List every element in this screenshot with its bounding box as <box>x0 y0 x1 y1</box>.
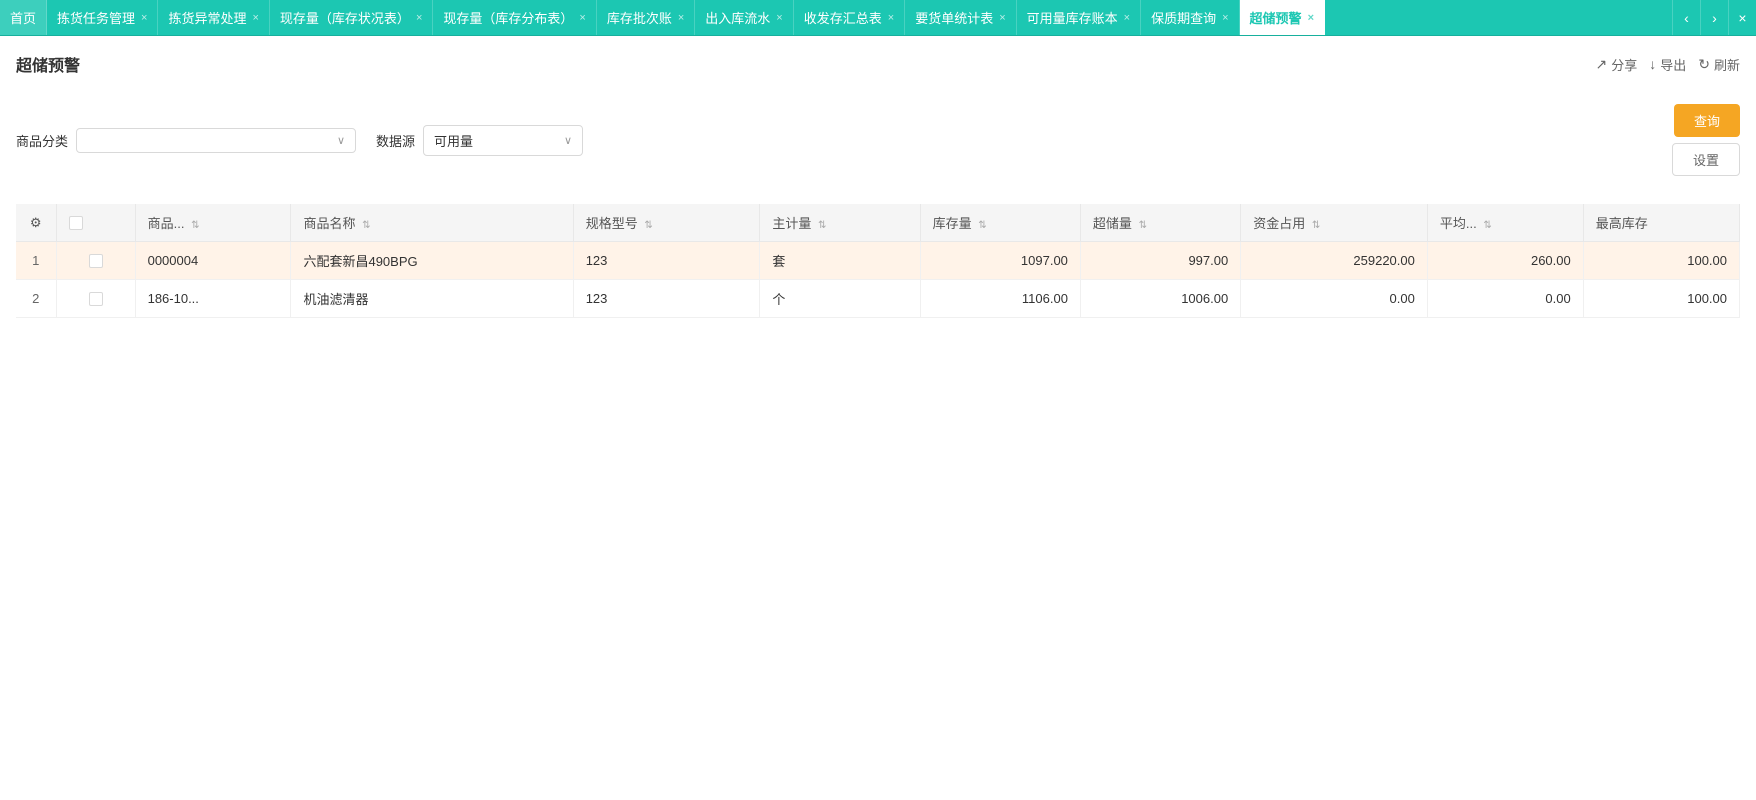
data-table: ⚙ 商品... ⇅ 商品名称 ⇅ 规格型号 ⇅ 主计量 <box>16 204 1740 318</box>
sort-product-name-icon: ⇅ <box>362 220 370 231</box>
row-num: 1 <box>16 242 56 280</box>
category-filter: 商品分类 ∨ <box>16 128 356 153</box>
sort-unit-icon: ⇅ <box>818 220 826 231</box>
refresh-icon: ↻ <box>1698 56 1710 73</box>
refresh-button[interactable]: ↻ 刷新 <box>1698 55 1740 74</box>
page-container: 超储预警 ↗ 分享 ↓ 导出 ↻ 刷新 商品分类 ∨ 数据源 <box>0 36 1756 800</box>
page-title: 超储预警 <box>16 52 80 76</box>
filter-buttons: 查询 设置 <box>1672 104 1740 176</box>
close-tab-overstock[interactable]: × <box>1308 12 1314 24</box>
datasource-label: 数据源 <box>376 131 415 150</box>
nav-tab-demand[interactable]: 要货单统计表 × <box>905 0 1016 35</box>
sort-avg-icon: ⇅ <box>1483 220 1491 231</box>
cell-stock: 1106.00 <box>920 280 1080 318</box>
cell-product-name: 机油滤清器 <box>291 280 573 318</box>
cell-spec: 123 <box>573 242 760 280</box>
column-header-product-code[interactable]: 商品... ⇅ <box>135 204 291 242</box>
export-icon: ↓ <box>1649 56 1656 72</box>
cell-stock: 1097.00 <box>920 242 1080 280</box>
sort-spec-icon: ⇅ <box>644 220 652 231</box>
row-checkbox[interactable] <box>56 280 135 318</box>
nav-arrow-right[interactable]: › <box>1700 0 1728 35</box>
settings-button[interactable]: 设置 <box>1672 143 1740 176</box>
datasource-filter: 数据源 可用量 ∨ <box>376 125 583 156</box>
column-header-product-name[interactable]: 商品名称 ⇅ <box>291 204 573 242</box>
cell-product-name: 六配套新昌490BPG <box>291 242 573 280</box>
datasource-select[interactable]: 可用量 ∨ <box>423 125 583 156</box>
datasource-select-arrow-icon: ∨ <box>564 134 572 147</box>
close-tab-picking-exception[interactable]: × <box>252 12 258 24</box>
category-select-arrow-icon: ∨ <box>337 134 345 147</box>
nav-tab-overstock[interactable]: 超储预警 × <box>1240 0 1325 35</box>
query-button[interactable]: 查询 <box>1674 104 1740 137</box>
column-header-spec[interactable]: 规格型号 ⇅ <box>573 204 760 242</box>
select-all-checkbox[interactable] <box>69 216 83 230</box>
nav-tab-quality[interactable]: 保质期查询 × <box>1141 0 1239 35</box>
nav-tab-picking-exception[interactable]: 拣货异常处理 × <box>158 0 269 35</box>
nav-arrow-more[interactable]: × <box>1728 0 1756 35</box>
column-header-avg[interactable]: 平均... ⇅ <box>1427 204 1583 242</box>
column-header-max-stock[interactable]: 最高库存 <box>1583 204 1739 242</box>
column-header-capital[interactable]: 资金占用 ⇅ <box>1241 204 1428 242</box>
cell-capital: 259220.00 <box>1241 242 1428 280</box>
row-num: 2 <box>16 280 56 318</box>
close-tab-batch[interactable]: × <box>678 12 684 24</box>
nav-tab-stock-dist[interactable]: 现存量（库存分布表） × <box>433 0 596 35</box>
page-header: 超储预警 ↗ 分享 ↓ 导出 ↻ 刷新 <box>16 52 1740 76</box>
filter-bar: 商品分类 ∨ 数据源 可用量 ∨ 查询 设置 <box>16 92 1740 188</box>
cell-unit: 个 <box>760 280 920 318</box>
nav-tab-available[interactable]: 可用量库存账本 × <box>1017 0 1141 35</box>
nav-tab-home[interactable]: 首页 <box>0 0 47 35</box>
close-tab-stock-dist[interactable]: × <box>579 12 585 24</box>
top-navigation: 首页 拣货任务管理 × 拣货异常处理 × 现存量（库存状况表） × 现存量（库存… <box>0 0 1756 36</box>
cell-avg: 260.00 <box>1427 242 1583 280</box>
share-icon: ↗ <box>1595 56 1607 73</box>
close-tab-demand[interactable]: × <box>999 12 1005 24</box>
export-button[interactable]: ↓ 导出 <box>1649 55 1686 74</box>
table-row: 1 0000004 六配套新昌490BPG 123 套 1097.00 997.… <box>16 242 1740 280</box>
row-select-checkbox[interactable] <box>89 292 103 306</box>
close-tab-picking-task[interactable]: × <box>141 12 147 24</box>
close-tab-available[interactable]: × <box>1124 12 1130 24</box>
table-header-row: ⚙ 商品... ⇅ 商品名称 ⇅ 规格型号 ⇅ 主计量 <box>16 204 1740 242</box>
share-button[interactable]: ↗ 分享 <box>1595 55 1637 74</box>
cell-capital: 0.00 <box>1241 280 1428 318</box>
cell-max-stock: 100.00 <box>1583 242 1739 280</box>
sort-product-code-icon: ⇅ <box>191 220 199 231</box>
column-header-gear[interactable]: ⚙ <box>16 204 56 242</box>
close-tab-quality[interactable]: × <box>1222 12 1228 24</box>
category-select[interactable]: ∨ <box>76 128 356 153</box>
header-actions: ↗ 分享 ↓ 导出 ↻ 刷新 <box>1595 55 1740 74</box>
nav-tab-batch[interactable]: 库存批次账 × <box>597 0 695 35</box>
nav-tab-inout-flow[interactable]: 出入库流水 × <box>695 0 793 35</box>
nav-arrow-left[interactable]: ‹ <box>1672 0 1700 35</box>
cell-overstock: 997.00 <box>1080 242 1240 280</box>
nav-tab-picking-task[interactable]: 拣货任务管理 × <box>47 0 158 35</box>
cell-avg: 0.00 <box>1427 280 1583 318</box>
close-tab-summary[interactable]: × <box>888 12 894 24</box>
column-header-stock[interactable]: 库存量 ⇅ <box>920 204 1080 242</box>
cell-spec: 123 <box>573 280 760 318</box>
cell-product-code: 186-10... <box>135 280 291 318</box>
column-header-overstock[interactable]: 超储量 ⇅ <box>1080 204 1240 242</box>
nav-tab-summary[interactable]: 收发存汇总表 × <box>794 0 905 35</box>
sort-overstock-icon: ⇅ <box>1139 220 1147 231</box>
nav-tab-stock-status[interactable]: 现存量（库存状况表） × <box>270 0 433 35</box>
cell-max-stock: 100.00 <box>1583 280 1739 318</box>
table-row: 2 186-10... 机油滤清器 123 个 1106.00 1006.00 … <box>16 280 1740 318</box>
datasource-value: 可用量 <box>434 131 556 150</box>
close-tab-inout-flow[interactable]: × <box>776 12 782 24</box>
column-header-unit[interactable]: 主计量 ⇅ <box>760 204 920 242</box>
sort-capital-icon: ⇅ <box>1312 220 1320 231</box>
sort-stock-icon: ⇅ <box>978 220 986 231</box>
row-select-checkbox[interactable] <box>89 254 103 268</box>
close-tab-stock-status[interactable]: × <box>416 12 422 24</box>
column-header-checkbox[interactable] <box>56 204 135 242</box>
cell-product-code: 0000004 <box>135 242 291 280</box>
category-label: 商品分类 <box>16 131 68 150</box>
nav-arrows: ‹ › × <box>1672 0 1756 35</box>
cell-overstock: 1006.00 <box>1080 280 1240 318</box>
cell-unit: 套 <box>760 242 920 280</box>
row-checkbox[interactable] <box>56 242 135 280</box>
